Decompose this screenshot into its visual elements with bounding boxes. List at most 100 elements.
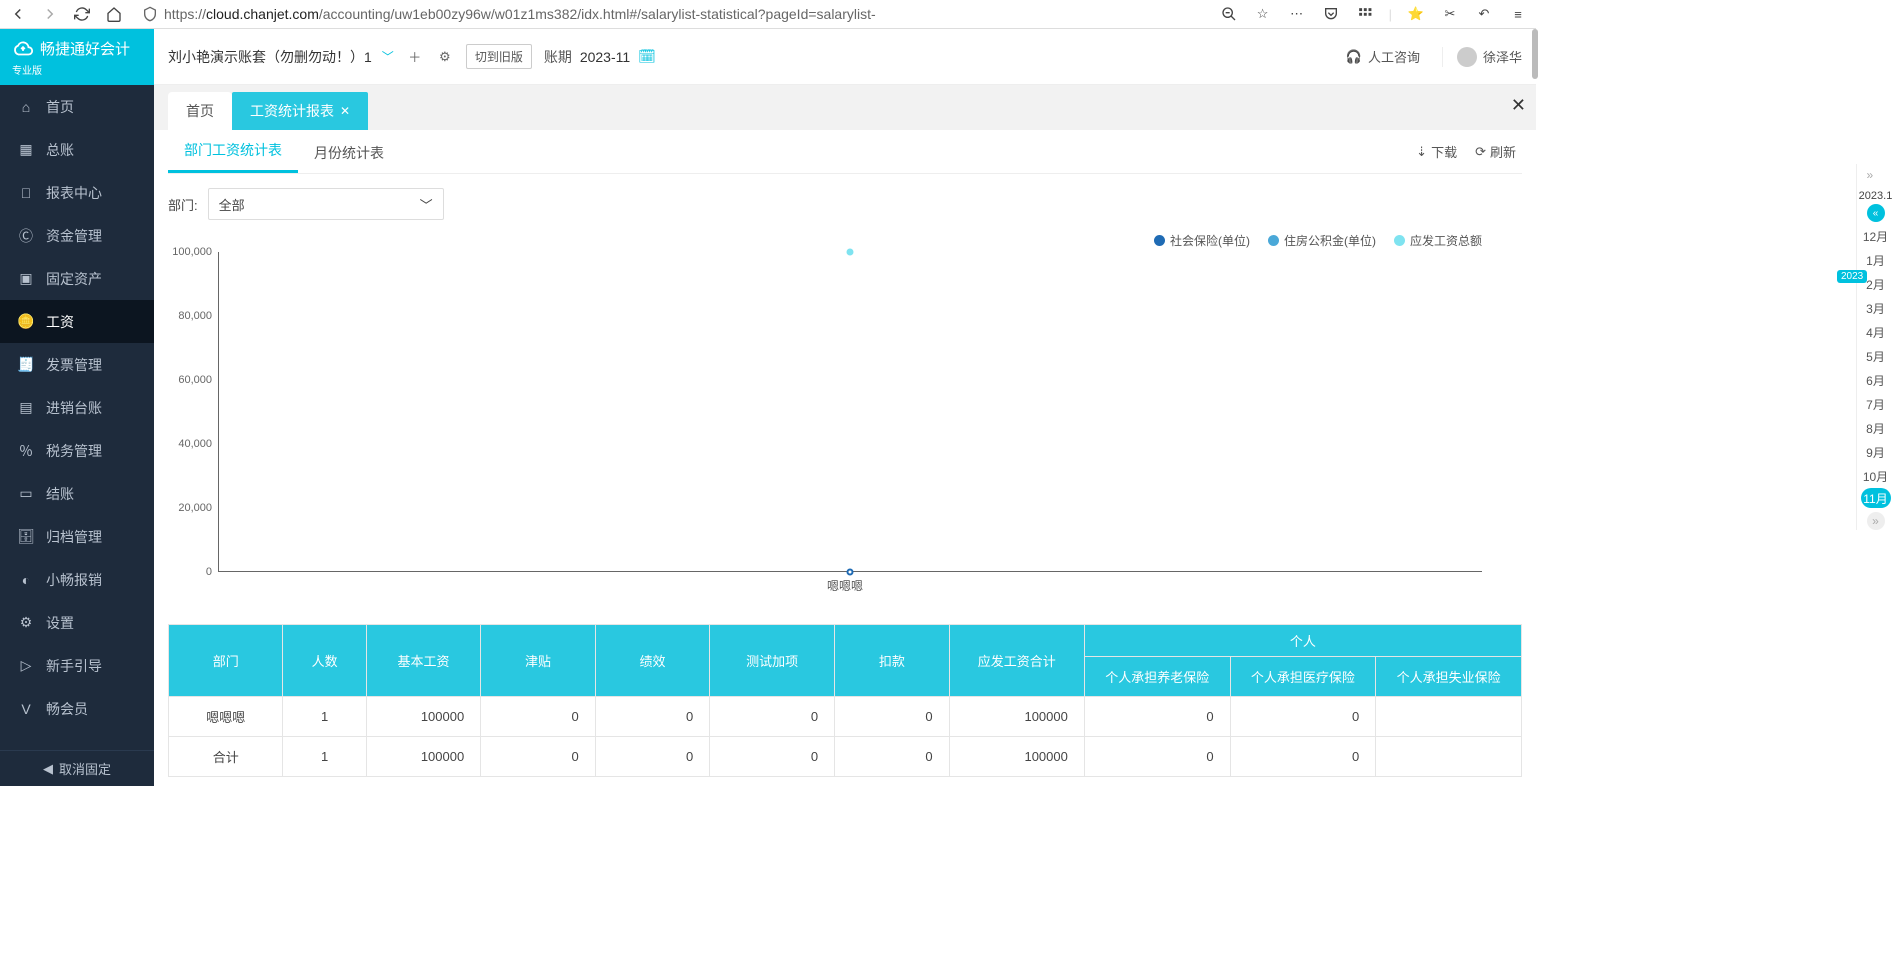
close-all-tabs-icon[interactable]: ✕ bbox=[1511, 95, 1526, 116]
th-unemployment: 个人承担失业保险 bbox=[1376, 657, 1522, 697]
rail-month[interactable]: 12月 bbox=[1857, 224, 1894, 248]
data-point[interactable] bbox=[847, 249, 854, 256]
pin-label: 取消固定 bbox=[59, 759, 111, 778]
legend-dot-icon bbox=[1154, 235, 1165, 246]
rail-month[interactable]: 3月 bbox=[1857, 296, 1894, 320]
old-version-button[interactable]: 切到旧版 bbox=[466, 44, 532, 69]
tab-salary-report[interactable]: 工资统计报表 ✕ bbox=[232, 92, 368, 130]
nav-archive[interactable]: 🗄归档管理 bbox=[0, 515, 154, 558]
rail-down-icon[interactable]: » bbox=[1867, 512, 1885, 530]
rail-month[interactable]: 10月 bbox=[1857, 464, 1894, 488]
inventory-icon: ▤ bbox=[18, 400, 34, 416]
logo-sub: 专业版 bbox=[12, 62, 154, 77]
collapse-rail-icon[interactable]: » bbox=[1867, 168, 1885, 186]
rail-month[interactable]: 4月 bbox=[1857, 320, 1894, 344]
archive-icon: 🗄 bbox=[18, 529, 34, 545]
star-icon[interactable]: ☆ bbox=[1253, 4, 1273, 24]
cell: 100000 bbox=[949, 697, 1084, 737]
cell: 0 bbox=[1230, 737, 1376, 777]
table-row[interactable]: 嗯嗯嗯 1 100000 0 0 0 0 100000 0 0 bbox=[169, 697, 1522, 737]
legend-item[interactable]: 社会保险(单位) bbox=[1154, 232, 1250, 249]
user-menu[interactable]: 徐泽华 bbox=[1442, 47, 1522, 67]
unpin-button[interactable]: ◀取消固定 bbox=[0, 750, 154, 786]
data-point[interactable] bbox=[847, 569, 854, 576]
account-selector[interactable]: 刘小艳演示账套（勿删勿动！）1 ﹀ bbox=[168, 47, 394, 67]
nav-label: 新手引导 bbox=[46, 656, 102, 676]
cell: 1 bbox=[283, 697, 366, 737]
nav-ledger[interactable]: ▦总账 bbox=[0, 128, 154, 171]
cell bbox=[1376, 697, 1522, 737]
settings-icon[interactable]: ⚙ bbox=[436, 48, 454, 66]
nav-assets[interactable]: ▣固定资产 bbox=[0, 257, 154, 300]
tab-label: 首页 bbox=[186, 101, 214, 121]
rail-up-icon[interactable]: « bbox=[1867, 204, 1885, 222]
y-tick: 0 bbox=[206, 566, 212, 578]
period-selector[interactable]: 账期 2023-11 🗓 bbox=[544, 47, 656, 67]
rail-month-selected[interactable]: 11月 bbox=[1861, 488, 1891, 508]
nav-funds[interactable]: Ⓒ资金管理 bbox=[0, 214, 154, 257]
menu-icon[interactable]: ≡ bbox=[1508, 4, 1528, 24]
tab-home[interactable]: 首页 bbox=[168, 92, 232, 130]
nav-guide[interactable]: ▷新手引导 bbox=[0, 644, 154, 687]
back-icon[interactable] bbox=[8, 4, 28, 24]
rail-month[interactable]: 8月 bbox=[1857, 416, 1894, 440]
nav-home[interactable]: ⌂首页 bbox=[0, 85, 154, 128]
home-icon[interactable] bbox=[104, 4, 124, 24]
url-text: https://cloud.chanjet.com/accounting/uw1… bbox=[164, 6, 876, 22]
y-axis: 0 20,000 40,000 60,000 80,000 100,000 bbox=[168, 252, 218, 572]
zoom-out-icon[interactable] bbox=[1219, 4, 1239, 24]
close-tab-icon[interactable]: ✕ bbox=[340, 104, 350, 118]
refresh-button[interactable]: ⟳刷新 bbox=[1475, 142, 1516, 161]
rail-month[interactable]: 1月 bbox=[1857, 248, 1894, 272]
department-select[interactable]: 全部 ﹀ bbox=[208, 188, 444, 220]
x-tick-label: 嗯嗯嗯 bbox=[827, 577, 863, 594]
rail-month[interactable]: 6月 bbox=[1857, 368, 1894, 392]
subtab-month[interactable]: 月份统计表 bbox=[298, 133, 400, 173]
nav-reports[interactable]: 󰄨报表中心 bbox=[0, 171, 154, 214]
nav-close[interactable]: ▭结账 bbox=[0, 472, 154, 515]
month-rail: » 2023.1 « 2023 12月 1月 2月 3月 4月 5月 6月 7月… bbox=[1856, 164, 1894, 530]
cell: 1 bbox=[283, 737, 366, 777]
consult-button[interactable]: 🎧 人工咨询 bbox=[1346, 47, 1420, 66]
th-department: 部门 bbox=[169, 625, 283, 697]
legend-item[interactable]: 住房公积金(单位) bbox=[1268, 232, 1376, 249]
nav-member[interactable]: V畅会员 bbox=[0, 687, 154, 730]
nav-salary[interactable]: 🪙工资 bbox=[0, 300, 154, 343]
rail-year: 2023.1 bbox=[1859, 190, 1893, 202]
download-button[interactable]: ⇣下载 bbox=[1416, 142, 1457, 161]
url-bar[interactable]: https://cloud.chanjet.com/accounting/uw1… bbox=[136, 4, 1207, 24]
rail-month[interactable]: 5月 bbox=[1857, 344, 1894, 368]
legend-label: 社会保险(单位) bbox=[1170, 232, 1250, 249]
nav-label: 小畅报销 bbox=[46, 570, 102, 590]
cell: 0 bbox=[595, 737, 709, 777]
rail-month[interactable]: 7月 bbox=[1857, 392, 1894, 416]
cut-icon[interactable]: ✂ bbox=[1440, 4, 1460, 24]
nav-settings[interactable]: ⚙设置 bbox=[0, 601, 154, 644]
reload-icon[interactable] bbox=[72, 4, 92, 24]
undo-icon[interactable]: ↶ bbox=[1474, 4, 1494, 24]
logo: 畅捷通好会计 专业版 bbox=[0, 29, 154, 85]
th-deduct: 扣款 bbox=[835, 625, 949, 697]
legend-item[interactable]: 应发工资总额 bbox=[1394, 232, 1482, 249]
cell: 0 bbox=[481, 697, 595, 737]
nav-inventory[interactable]: ▤ 进销台账 bbox=[0, 386, 154, 429]
chevron-down-icon: ﹀ bbox=[420, 195, 433, 214]
pocket-icon[interactable] bbox=[1321, 4, 1341, 24]
y-tick: 20,000 bbox=[178, 502, 212, 514]
add-account-icon[interactable]: ＋ bbox=[406, 48, 424, 66]
invoice-icon: 🧾 bbox=[18, 357, 34, 373]
bookmark-star-icon[interactable]: ⭐ bbox=[1406, 4, 1426, 24]
y-axis-line bbox=[218, 252, 219, 572]
nav-tax[interactable]: ％税务管理 bbox=[0, 429, 154, 472]
nav-label: 进销台账 bbox=[46, 398, 102, 418]
forward-icon[interactable] bbox=[40, 4, 60, 24]
subtab-department[interactable]: 部门工资统计表 bbox=[168, 130, 298, 173]
nav-expense[interactable]: ◐小畅报销 bbox=[0, 558, 154, 601]
more-icon[interactable]: ⋯ bbox=[1287, 4, 1307, 24]
rail-month[interactable]: 9月 bbox=[1857, 440, 1894, 464]
th-total: 应发工资合计 bbox=[949, 625, 1084, 697]
table-row-total[interactable]: 合计 1 100000 0 0 0 0 100000 0 0 bbox=[169, 737, 1522, 777]
browser-actions: ☆ ⋯ | ⭐ ✂ ↶ ≡ bbox=[1219, 4, 1528, 24]
nav-invoice[interactable]: 🧾发票管理 bbox=[0, 343, 154, 386]
apps-icon[interactable] bbox=[1355, 4, 1375, 24]
